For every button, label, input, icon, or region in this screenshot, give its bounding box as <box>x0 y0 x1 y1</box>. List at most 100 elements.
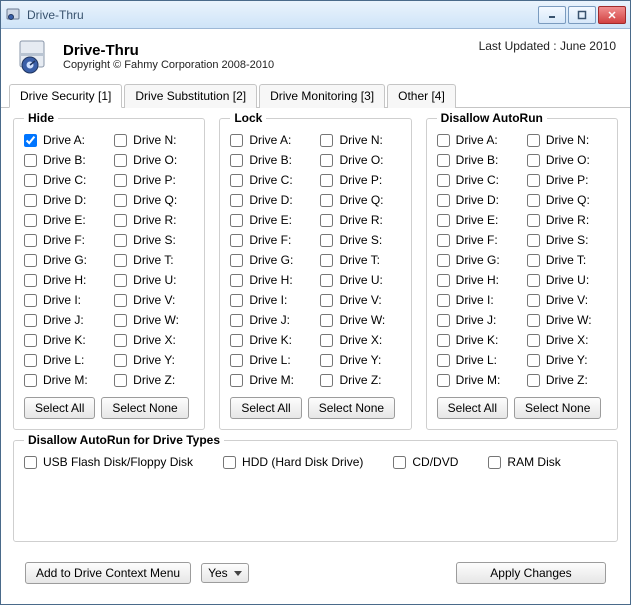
autorun-drive-M-checkbox[interactable] <box>437 374 450 387</box>
add-context-menu-button[interactable]: Add to Drive Context Menu <box>25 562 191 584</box>
hide-drive-N-checkbox[interactable] <box>114 134 127 147</box>
hide-select-all-button[interactable]: Select All <box>24 397 95 419</box>
lock-drive-A[interactable]: Drive A: <box>230 133 310 147</box>
autorun-drive-A-checkbox[interactable] <box>437 134 450 147</box>
autorun-drive-H[interactable]: Drive H: <box>437 273 517 287</box>
lock-drive-G-checkbox[interactable] <box>230 254 243 267</box>
lock-drive-B[interactable]: Drive B: <box>230 153 310 167</box>
lock-drive-Q[interactable]: Drive Q: <box>320 193 400 207</box>
lock-drive-O-checkbox[interactable] <box>320 154 333 167</box>
lock-drive-L[interactable]: Drive L: <box>230 353 310 367</box>
hide-drive-S[interactable]: Drive S: <box>114 233 194 247</box>
lock-drive-Y-checkbox[interactable] <box>320 354 333 367</box>
hide-drive-F-checkbox[interactable] <box>24 234 37 247</box>
hide-drive-V-checkbox[interactable] <box>114 294 127 307</box>
hide-drive-Y-checkbox[interactable] <box>114 354 127 367</box>
lock-select-all-button[interactable]: Select All <box>230 397 301 419</box>
lock-drive-W-checkbox[interactable] <box>320 314 333 327</box>
hide-drive-U-checkbox[interactable] <box>114 274 127 287</box>
lock-drive-J[interactable]: Drive J: <box>230 313 310 327</box>
autorun-drive-I[interactable]: Drive I: <box>437 293 517 307</box>
autorun-drive-P-checkbox[interactable] <box>527 174 540 187</box>
autorun-drive-R-checkbox[interactable] <box>527 214 540 227</box>
autorun-drive-Y-checkbox[interactable] <box>527 354 540 367</box>
lock-drive-M-checkbox[interactable] <box>230 374 243 387</box>
autorun-drive-Z[interactable]: Drive Z: <box>527 373 607 387</box>
autorun-drive-B[interactable]: Drive B: <box>437 153 517 167</box>
lock-drive-H[interactable]: Drive H: <box>230 273 310 287</box>
hide-drive-K-checkbox[interactable] <box>24 334 37 347</box>
hide-drive-R[interactable]: Drive R: <box>114 213 194 227</box>
lock-drive-R-checkbox[interactable] <box>320 214 333 227</box>
autorun-drive-W-checkbox[interactable] <box>527 314 540 327</box>
hide-drive-D[interactable]: Drive D: <box>24 193 104 207</box>
lock-drive-S[interactable]: Drive S: <box>320 233 400 247</box>
maximize-button[interactable] <box>568 6 596 24</box>
hide-drive-Z-checkbox[interactable] <box>114 374 127 387</box>
autorun-drive-D-checkbox[interactable] <box>437 194 450 207</box>
autorun-drive-D[interactable]: Drive D: <box>437 193 517 207</box>
hide-drive-T[interactable]: Drive T: <box>114 253 194 267</box>
lock-drive-J-checkbox[interactable] <box>230 314 243 327</box>
autorun-drive-R[interactable]: Drive R: <box>527 213 607 227</box>
hide-drive-H[interactable]: Drive H: <box>24 273 104 287</box>
autorun-drive-N-checkbox[interactable] <box>527 134 540 147</box>
lock-drive-L-checkbox[interactable] <box>230 354 243 367</box>
drive-type-3-checkbox[interactable] <box>488 456 501 469</box>
autorun-drive-A[interactable]: Drive A: <box>437 133 517 147</box>
lock-drive-Q-checkbox[interactable] <box>320 194 333 207</box>
hide-drive-C-checkbox[interactable] <box>24 174 37 187</box>
autorun-drive-Q-checkbox[interactable] <box>527 194 540 207</box>
drive-type-1-checkbox[interactable] <box>223 456 236 469</box>
hide-drive-O[interactable]: Drive O: <box>114 153 194 167</box>
autorun-drive-B-checkbox[interactable] <box>437 154 450 167</box>
lock-drive-Y[interactable]: Drive Y: <box>320 353 400 367</box>
autorun-drive-U[interactable]: Drive U: <box>527 273 607 287</box>
lock-select-none-button[interactable]: Select None <box>308 397 395 419</box>
lock-drive-D-checkbox[interactable] <box>230 194 243 207</box>
hide-drive-P-checkbox[interactable] <box>114 174 127 187</box>
lock-drive-V[interactable]: Drive V: <box>320 293 400 307</box>
lock-drive-A-checkbox[interactable] <box>230 134 243 147</box>
hide-drive-D-checkbox[interactable] <box>24 194 37 207</box>
hide-drive-M[interactable]: Drive M: <box>24 373 104 387</box>
lock-drive-U-checkbox[interactable] <box>320 274 333 287</box>
autorun-drive-V[interactable]: Drive V: <box>527 293 607 307</box>
hide-select-none-button[interactable]: Select None <box>101 397 188 419</box>
lock-drive-R[interactable]: Drive R: <box>320 213 400 227</box>
autorun-drive-N[interactable]: Drive N: <box>527 133 607 147</box>
autorun-drive-F-checkbox[interactable] <box>437 234 450 247</box>
hide-drive-I-checkbox[interactable] <box>24 294 37 307</box>
autorun-drive-K[interactable]: Drive K: <box>437 333 517 347</box>
autorun-drive-Z-checkbox[interactable] <box>527 374 540 387</box>
lock-drive-X[interactable]: Drive X: <box>320 333 400 347</box>
hide-drive-W[interactable]: Drive W: <box>114 313 194 327</box>
hide-drive-F[interactable]: Drive F: <box>24 233 104 247</box>
autorun-drive-C[interactable]: Drive C: <box>437 173 517 187</box>
lock-drive-K[interactable]: Drive K: <box>230 333 310 347</box>
tab-2[interactable]: Drive Monitoring [3] <box>259 84 385 108</box>
hide-drive-G-checkbox[interactable] <box>24 254 37 267</box>
autorun-drive-S[interactable]: Drive S: <box>527 233 607 247</box>
autorun-select-all-button[interactable]: Select All <box>437 397 508 419</box>
hide-drive-Y[interactable]: Drive Y: <box>114 353 194 367</box>
autorun-drive-X[interactable]: Drive X: <box>527 333 607 347</box>
lock-drive-T-checkbox[interactable] <box>320 254 333 267</box>
autorun-drive-P[interactable]: Drive P: <box>527 173 607 187</box>
lock-drive-V-checkbox[interactable] <box>320 294 333 307</box>
autorun-drive-K-checkbox[interactable] <box>437 334 450 347</box>
lock-drive-T[interactable]: Drive T: <box>320 253 400 267</box>
hide-drive-G[interactable]: Drive G: <box>24 253 104 267</box>
autorun-drive-W[interactable]: Drive W: <box>527 313 607 327</box>
hide-drive-B-checkbox[interactable] <box>24 154 37 167</box>
lock-drive-E[interactable]: Drive E: <box>230 213 310 227</box>
drive-type-0[interactable]: USB Flash Disk/Floppy Disk <box>24 455 193 469</box>
lock-drive-W[interactable]: Drive W: <box>320 313 400 327</box>
lock-drive-D[interactable]: Drive D: <box>230 193 310 207</box>
lock-drive-Z-checkbox[interactable] <box>320 374 333 387</box>
hide-drive-U[interactable]: Drive U: <box>114 273 194 287</box>
lock-drive-S-checkbox[interactable] <box>320 234 333 247</box>
hide-drive-H-checkbox[interactable] <box>24 274 37 287</box>
autorun-drive-T-checkbox[interactable] <box>527 254 540 267</box>
lock-drive-M[interactable]: Drive M: <box>230 373 310 387</box>
